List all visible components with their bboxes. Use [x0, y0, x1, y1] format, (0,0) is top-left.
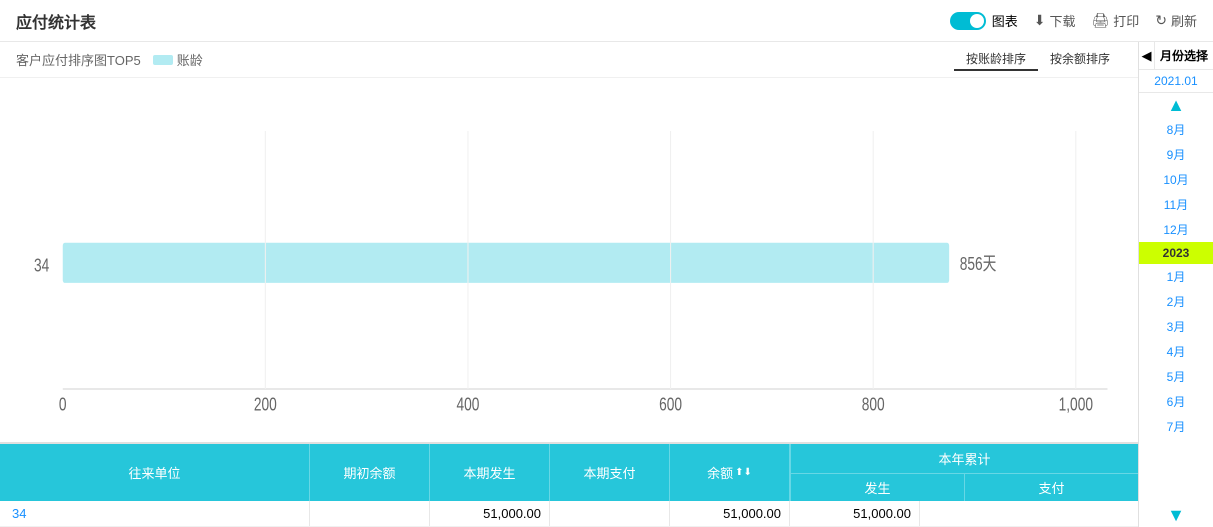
collapse-icon[interactable]: ◀: [1139, 42, 1155, 69]
sidebar-nav-down[interactable]: ▼: [1139, 503, 1213, 527]
svg-text:34: 34: [34, 256, 49, 276]
svg-text:400: 400: [457, 395, 480, 415]
page-header: 应付统计表 图表 ⬇ 下载 🖨 打印 ↻ 刷新: [0, 0, 1213, 42]
sidebar-month-5[interactable]: 5月: [1139, 364, 1213, 389]
sidebar-nav-up[interactable]: ▲: [1139, 93, 1213, 117]
legend-zhangling-label: 账龄: [177, 50, 203, 69]
legend-top5-label: 客户应付排序图TOP5: [16, 50, 141, 69]
refresh-icon: ↻: [1155, 12, 1167, 29]
sidebar-header-label: 月份选择: [1155, 42, 1213, 69]
chart-toolbar: 客户应付排序图TOP5 账龄 按账龄排序 按余额排序: [0, 42, 1138, 78]
sort-by-amount-button[interactable]: 按账龄排序: [954, 48, 1038, 71]
print-button[interactable]: 🖨 打印: [1091, 11, 1139, 30]
col-bennianlj-header: 本年累计: [791, 444, 1138, 474]
page-title: 应付统计表: [16, 9, 96, 33]
svg-text:1,000: 1,000: [1059, 395, 1093, 415]
download-label: 下载: [1049, 11, 1075, 30]
chart-legend: 客户应付排序图TOP5 账龄: [16, 50, 203, 69]
td-laiwai[interactable]: 34: [0, 501, 310, 526]
td-benjizhi: [920, 501, 1050, 526]
sort-by-balance-button[interactable]: 按余额排序: [1038, 48, 1122, 71]
col-fa-subheader: 发生: [791, 474, 965, 501]
sidebar-month-3[interactable]: 3月: [1139, 314, 1213, 339]
sidebar-month-7[interactable]: 7月: [1139, 414, 1213, 439]
legend-color-box: [153, 55, 173, 65]
refresh-button[interactable]: ↻ 刷新: [1155, 11, 1197, 30]
svg-text:856天: 856天: [960, 254, 997, 274]
month-sidebar: ◀ 月份选择 2021.01 ▲ 8月 9月 10月 11月 12月 2023 …: [1138, 42, 1213, 527]
table-row: 34 51,000.00 51,000.00 51,00: [0, 501, 1138, 527]
sidebar-month-12[interactable]: 12月: [1139, 217, 1213, 242]
td-yue: 51,000.00: [670, 501, 790, 526]
td-benjianfa: 51,000.00: [790, 501, 920, 526]
svg-text:200: 200: [254, 395, 277, 415]
td-qichu: [310, 501, 430, 526]
print-label: 打印: [1113, 11, 1139, 30]
td-benqizhi: [550, 501, 670, 526]
col-benqifa-header: 本期发生: [430, 444, 550, 501]
sidebar-month-2[interactable]: 2月: [1139, 289, 1213, 314]
col-bennianlj-group: 本年累计 发生 支付: [790, 444, 1138, 501]
sidebar-month-10[interactable]: 10月: [1139, 167, 1213, 192]
col-benqizhi-header: 本期支付: [550, 444, 670, 501]
table-header-row1: 往来单位 期初余额 本期发生 本期支付 余额 ⬆⬇: [0, 444, 1138, 501]
sort-buttons: 按账龄排序 按余额排序: [954, 48, 1122, 71]
td-benqifa: 51,000.00: [430, 501, 550, 526]
sidebar-month-11[interactable]: 11月: [1139, 192, 1213, 217]
download-button[interactable]: ⬇ 下载: [1034, 11, 1076, 30]
chart-toggle[interactable]: [950, 12, 986, 30]
sidebar-month-4[interactable]: 4月: [1139, 339, 1213, 364]
legend-top5: 客户应付排序图TOP5: [16, 50, 141, 69]
chart-container: 34 856天 0 200 400 600 800 1,000: [0, 78, 1138, 442]
data-table: 往来单位 期初余额 本期发生 本期支付 余额 ⬆⬇: [0, 442, 1138, 527]
sidebar-month-1[interactable]: 1月: [1139, 264, 1213, 289]
chart-toggle-wrap: 图表: [950, 11, 1018, 30]
chart-area: 客户应付排序图TOP5 账龄 按账龄排序 按余额排序 34: [0, 42, 1138, 527]
svg-text:600: 600: [659, 395, 682, 415]
svg-text:800: 800: [862, 395, 885, 415]
download-icon: ⬇: [1034, 12, 1046, 29]
col-qichu-header: 期初余额: [310, 444, 430, 501]
sidebar-month-8[interactable]: 8月: [1139, 117, 1213, 142]
chart-toggle-label: 图表: [992, 11, 1018, 30]
header-actions: 图表 ⬇ 下载 🖨 打印 ↻ 刷新: [950, 11, 1197, 30]
refresh-label: 刷新: [1171, 11, 1197, 30]
sidebar-month-6[interactable]: 6月: [1139, 389, 1213, 414]
sidebar-year-2023: 2023: [1139, 242, 1213, 264]
sidebar-collapse-btn[interactable]: ◀ 月份选择: [1139, 42, 1213, 70]
sidebar-month-9[interactable]: 9月: [1139, 142, 1213, 167]
col-bennianlj-subheader: 发生 支付: [791, 474, 1138, 501]
col-yue-header: 余额 ⬆⬇: [670, 444, 790, 501]
col-zhi-subheader: 支付: [965, 474, 1138, 501]
main-content: 客户应付排序图TOP5 账龄 按账龄排序 按余额排序 34: [0, 42, 1213, 527]
col-laiwai-header: 往来单位: [0, 444, 310, 501]
sidebar-year-value: 2021.01: [1139, 70, 1213, 93]
bar-chart: 34 856天 0 200 400 600 800 1,000: [10, 88, 1118, 432]
sidebar-month-list: 8月 9月 10月 11月 12月 2023 1月 2月 3月 4月 5月 6月…: [1139, 117, 1213, 503]
legend-zhangling: 账龄: [153, 50, 203, 69]
yue-sort-icon: ⬆⬇: [735, 467, 752, 478]
print-icon: 🖨: [1091, 12, 1109, 29]
svg-text:0: 0: [59, 395, 67, 415]
